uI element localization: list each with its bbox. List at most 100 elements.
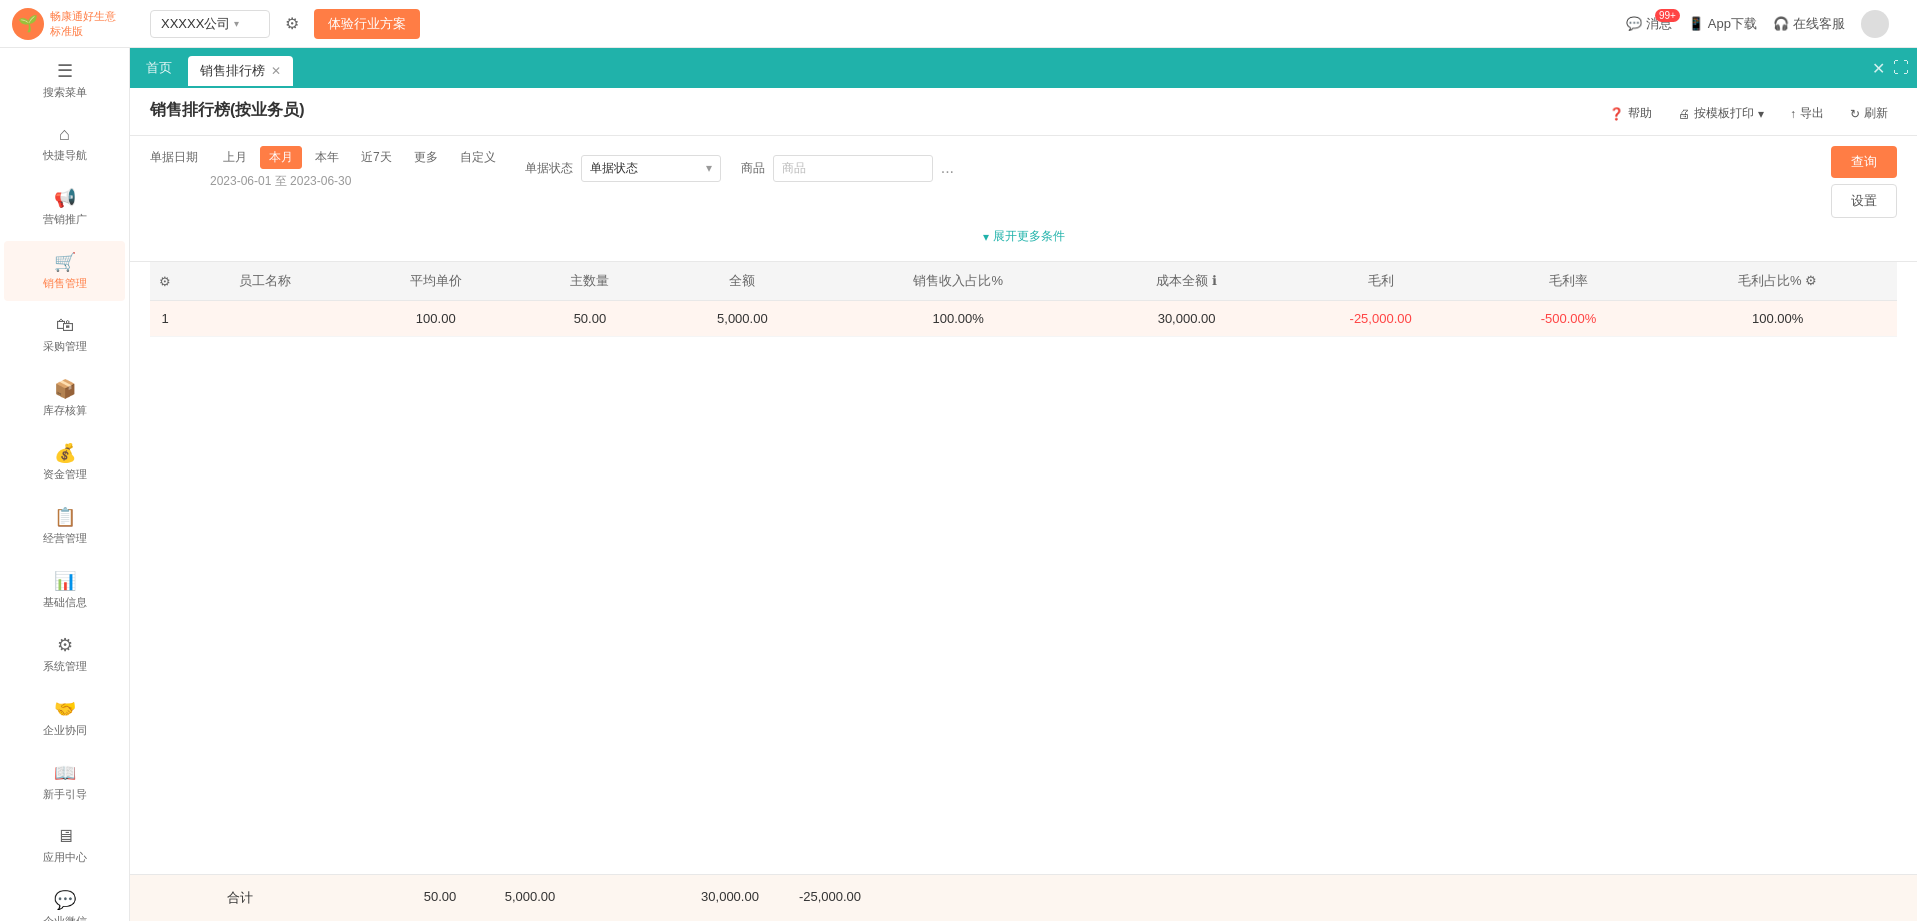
table-header-row: ⚙ 员工名称 平均单价 主数量 全额 销售收入占比% 成本全额 ℹ 毛利 毛利率 bbox=[150, 262, 1897, 301]
footer-row: 合计 50.00 5,000.00 30,000.00 -25,000.00 bbox=[150, 885, 1897, 911]
col-qty: 主数量 bbox=[521, 262, 659, 301]
filter-area: 单据日期 上月 本月 本年 近7天 更多 自定义 bbox=[130, 136, 1917, 262]
export-button[interactable]: ↑ 导出 bbox=[1781, 100, 1833, 127]
trial-button[interactable]: 体验行业方案 bbox=[314, 9, 420, 39]
sidebar-label-system: 系统管理 bbox=[43, 659, 87, 674]
message-button[interactable]: 💬 消息 99+ bbox=[1626, 15, 1672, 33]
period-more[interactable]: 更多 bbox=[405, 146, 447, 169]
col-gross-pct: 毛利占比% ⚙ bbox=[1658, 262, 1897, 301]
app-download-button[interactable]: 📱 App下载 bbox=[1688, 15, 1757, 33]
sidebar-label-guide: 新手引导 bbox=[43, 787, 87, 802]
period-last-month[interactable]: 上月 bbox=[214, 146, 256, 169]
cell-rank: 1 bbox=[150, 301, 180, 337]
page-actions: ❓ 帮助 🖨 按模板打印 ▾ ↑ 导出 bbox=[1600, 100, 1897, 127]
tab-close-icon[interactable]: ✕ bbox=[271, 64, 281, 78]
print-icon: 🖨 bbox=[1678, 107, 1690, 121]
expand-button[interactable]: ▾ 展开更多条件 bbox=[983, 222, 1065, 251]
refresh-button[interactable]: ↻ 刷新 bbox=[1841, 100, 1897, 127]
sidebar-item-wechat[interactable]: 💬 企业微信 bbox=[4, 879, 125, 921]
sidebar-label-apps: 应用中心 bbox=[43, 850, 87, 865]
help-button[interactable]: ❓ 帮助 bbox=[1600, 100, 1661, 127]
footer-qty: 50.00 bbox=[400, 885, 480, 911]
online-service-button[interactable]: 🎧 在线客服 bbox=[1773, 15, 1845, 33]
sidebar-item-search[interactable]: ☰ 搜索菜单 bbox=[4, 50, 125, 110]
avatar bbox=[1861, 10, 1889, 38]
sidebar-item-inventory[interactable]: 📦 库存核算 bbox=[4, 368, 125, 428]
col-avg-price: 平均单价 bbox=[350, 262, 520, 301]
phone-icon: 📱 bbox=[1688, 16, 1704, 31]
sidebar-label-purchase: 采购管理 bbox=[43, 339, 87, 354]
print-arrow-icon: ▾ bbox=[1758, 107, 1764, 121]
gross-pct-icon[interactable]: ⚙ bbox=[1805, 273, 1817, 288]
period-this-year[interactable]: 本年 bbox=[306, 146, 348, 169]
app-download-label: App下载 bbox=[1708, 15, 1757, 33]
settings-icon-btn[interactable]: ⚙ bbox=[278, 10, 306, 38]
cell-amount: 5,000.00 bbox=[659, 301, 826, 337]
cell-avg-price: 100.00 bbox=[350, 301, 520, 337]
date-range: 2023-06-01 至 2023-06-30 bbox=[210, 174, 351, 188]
period-this-month[interactable]: 本月 bbox=[260, 146, 302, 169]
sidebar-item-marketing[interactable]: 📢 营销推广 bbox=[4, 177, 125, 237]
basics-icon: 📊 bbox=[54, 570, 76, 592]
filter-actions: 查询 设置 bbox=[1831, 146, 1897, 218]
col-settings[interactable]: ⚙ bbox=[150, 262, 180, 301]
tab-home[interactable]: 首页 bbox=[130, 48, 188, 88]
tab-maximize-icon[interactable]: ⛶ bbox=[1893, 59, 1909, 77]
period-custom[interactable]: 自定义 bbox=[451, 146, 505, 169]
tab-bar: 首页 销售排行榜 ✕ ✕ ⛶ bbox=[130, 48, 1917, 88]
sidebar-item-nav[interactable]: ⌂ 快捷导航 bbox=[4, 114, 125, 173]
footer-sales-pct bbox=[580, 885, 680, 911]
sidebar-item-system[interactable]: ⚙ 系统管理 bbox=[4, 624, 125, 684]
date-label: 单据日期 bbox=[150, 149, 198, 166]
cooperation-icon: 🤝 bbox=[54, 698, 76, 720]
query-button[interactable]: 查询 bbox=[1831, 146, 1897, 178]
sidebar-label-basics: 基础信息 bbox=[43, 595, 87, 610]
status-select[interactable]: 单据状态 ▾ bbox=[581, 155, 721, 182]
template-print-button[interactable]: 🖨 按模板打印 ▾ bbox=[1669, 100, 1773, 127]
goods-input[interactable]: 商品 bbox=[773, 155, 933, 182]
sidebar-label-cooperation: 企业协同 bbox=[43, 723, 87, 738]
finance-icon: 💰 bbox=[54, 442, 76, 464]
status-label: 单据状态 bbox=[525, 160, 573, 177]
chevron-down-icon: ▾ bbox=[234, 18, 239, 29]
tab-sales-ranking[interactable]: 销售排行榜 ✕ bbox=[188, 56, 293, 86]
data-table: ⚙ 员工名称 平均单价 主数量 全额 销售收入占比% 成本全额 ℹ 毛利 毛利率 bbox=[150, 262, 1897, 337]
inventory-icon: 📦 bbox=[54, 378, 76, 400]
sidebar-item-sales[interactable]: 🛒 销售管理 bbox=[4, 241, 125, 301]
table-settings-icon[interactable]: ⚙ bbox=[159, 274, 171, 289]
col-employee-name: 员工名称 bbox=[180, 262, 350, 301]
sidebar-item-operations[interactable]: 📋 经营管理 bbox=[4, 496, 125, 556]
period-7days[interactable]: 近7天 bbox=[352, 146, 401, 169]
logo-icon: 🌱 bbox=[12, 8, 44, 40]
footer-gross-pct bbox=[980, 885, 1080, 911]
home-icon: ⌂ bbox=[59, 124, 70, 145]
cell-gross-profit: -25,000.00 bbox=[1283, 301, 1479, 337]
footer-avg-price bbox=[300, 885, 400, 911]
logo-text: 畅康通好生意 标准版 bbox=[50, 9, 116, 38]
sidebar-item-finance[interactable]: 💰 资金管理 bbox=[4, 432, 125, 492]
sidebar-label-operations: 经营管理 bbox=[43, 531, 87, 546]
sidebar-item-cooperation[interactable]: 🤝 企业协同 bbox=[4, 688, 125, 748]
col-gross-rate: 毛利率 bbox=[1479, 262, 1659, 301]
table-row: 1 100.00 50.00 5,000.00 100.00% 30,000.0… bbox=[150, 301, 1897, 337]
cost-info-icon[interactable]: ℹ bbox=[1212, 273, 1217, 288]
sidebar-label-finance: 资金管理 bbox=[43, 467, 87, 482]
sidebar-item-purchase[interactable]: 🛍 采购管理 bbox=[4, 305, 125, 364]
footer-settings-cell bbox=[150, 885, 180, 911]
col-cost-amount: 成本全额 ℹ bbox=[1091, 262, 1283, 301]
company-selector[interactable]: XXXXX公司 ▾ bbox=[150, 10, 270, 38]
settings-button[interactable]: 设置 bbox=[1831, 184, 1897, 218]
guide-icon: 📖 bbox=[54, 762, 76, 784]
cell-qty: 50.00 bbox=[521, 301, 659, 337]
sidebar-label-search: 搜索菜单 bbox=[43, 85, 87, 100]
sidebar-item-apps[interactable]: 🖥 应用中心 bbox=[4, 816, 125, 875]
col-sales-pct: 销售收入占比% bbox=[826, 262, 1091, 301]
filter-ellipsis[interactable]: ... bbox=[941, 159, 954, 177]
cell-cost-amount: 30,000.00 bbox=[1091, 301, 1283, 337]
sidebar-item-basics[interactable]: 📊 基础信息 bbox=[4, 560, 125, 620]
sidebar-item-guide[interactable]: 📖 新手引导 bbox=[4, 752, 125, 812]
sidebar-label-sales: 销售管理 bbox=[43, 276, 87, 291]
system-icon: ⚙ bbox=[57, 634, 73, 656]
tab-close-window-icon[interactable]: ✕ bbox=[1872, 59, 1885, 78]
date-period-group: 上月 本月 本年 近7天 更多 自定义 bbox=[214, 146, 505, 169]
